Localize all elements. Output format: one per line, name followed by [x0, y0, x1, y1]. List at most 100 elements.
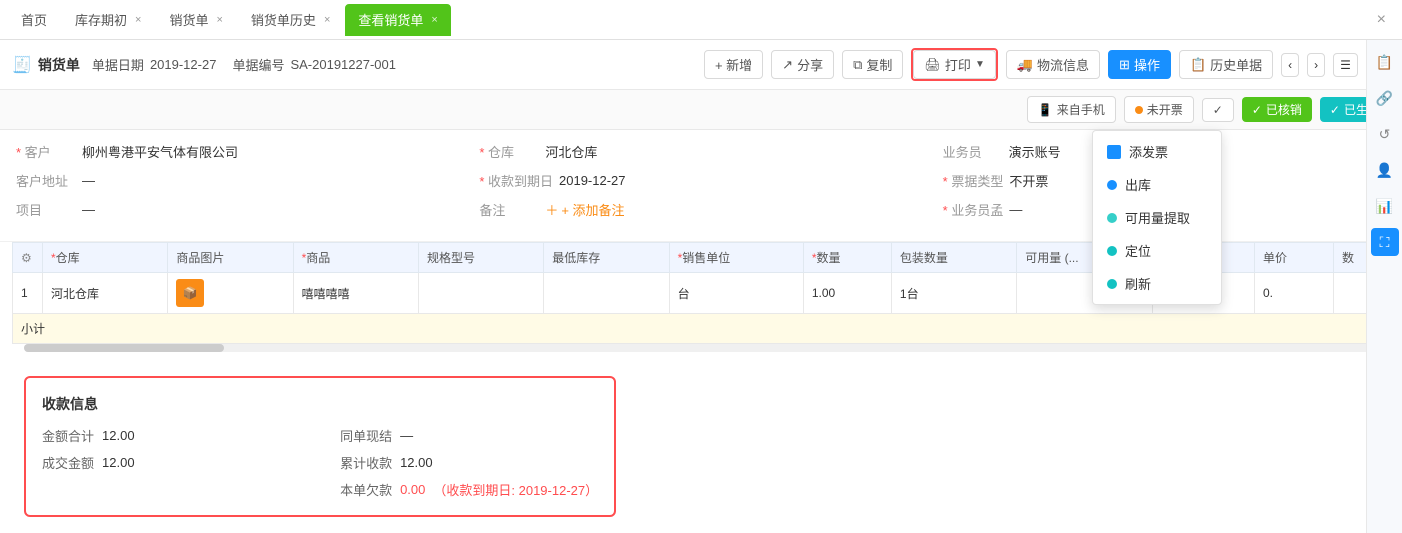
add-invoice-icon: [1107, 145, 1121, 159]
nav-prev-button[interactable]: ‹: [1281, 53, 1299, 77]
dropdown-add-invoice[interactable]: 添发票: [1093, 135, 1221, 168]
right-sidebar: 📋 🔗 ↺ 👤 📊 ⛶: [1366, 40, 1402, 533]
sidebar-icon-5[interactable]: 📊: [1371, 192, 1399, 220]
tab-inventory-close[interactable]: ×: [135, 14, 141, 26]
cumulative-label: 累计收款: [340, 453, 392, 472]
tabs-bar: 首页 库存期初 × 销货单 × 销货单历史 × 查看销货单 × ×: [0, 0, 1402, 40]
logistics-button[interactable]: 🚚 物流信息: [1006, 50, 1100, 79]
add-note-button[interactable]: ＋ + 添加备注: [545, 200, 624, 219]
dropdown-available-extract[interactable]: 可用量提取: [1093, 201, 1221, 234]
col-product-header: *商品: [293, 243, 418, 273]
print-highlight-box: 🖨 打印 ▼: [911, 48, 997, 81]
sidebar-icon-expand[interactable]: ⛶: [1371, 228, 1399, 256]
cancelled-check-icon: ✓: [1252, 103, 1262, 117]
nav-next-button[interactable]: ›: [1307, 53, 1325, 77]
tab-sales-close[interactable]: ×: [216, 14, 222, 26]
scrollbar-thumb[interactable]: [24, 344, 224, 352]
tab-view-sales-label: 查看销货单: [358, 10, 423, 29]
sub-actions-bar: 📱 来自手机 未开票 ✓ ✓ 已核销 ✓ 已生效: [0, 90, 1402, 130]
doc-title-icon: 🧾: [12, 55, 32, 75]
logistics-label: 物流信息: [1037, 55, 1089, 74]
staff2-label: 业务员孟: [943, 200, 1004, 219]
print-label: 打印: [945, 55, 971, 74]
tab-sales-history[interactable]: 销货单历史 ×: [238, 4, 343, 36]
tab-view-sales-close[interactable]: ×: [431, 14, 437, 26]
print-button[interactable]: 🖨 打印 ▼: [913, 50, 995, 79]
total-amount-value: 12.00: [102, 428, 135, 443]
verify-check-button[interactable]: ✓: [1202, 98, 1234, 122]
doc-number-value: SA-20191227-001: [290, 57, 396, 72]
col-warehouse-header: *仓库: [43, 243, 168, 273]
share-button[interactable]: ↗ 分享: [771, 50, 834, 79]
tab-sales-label: 销货单: [169, 10, 208, 29]
customer-label: 客户: [16, 142, 76, 161]
doc-number-item: 单据编号 SA-20191227-001: [232, 55, 396, 74]
staff-value: 演示账号: [1009, 142, 1061, 161]
row-warehouse: 河北仓库: [43, 273, 168, 314]
tab-sales-history-close[interactable]: ×: [324, 14, 330, 26]
effective-check-icon: ✓: [1330, 103, 1340, 117]
same-order-item: 同单现结 —: [340, 426, 598, 445]
dropdown-outbound[interactable]: 出库: [1093, 168, 1221, 201]
history-button[interactable]: 📋 历史单据: [1179, 50, 1273, 79]
from-phone-button[interactable]: 📱 来自手机: [1027, 96, 1116, 123]
col-min-stock-header: 最低库存: [544, 243, 669, 273]
dropdown-locate[interactable]: 定位: [1093, 234, 1221, 267]
total-amount-item: 金额合计 12.00: [42, 426, 300, 445]
due-date-label: 收款到期日: [479, 171, 553, 190]
dropdown-refresh[interactable]: 刷新: [1093, 267, 1221, 300]
sidebar-icon-2[interactable]: 🔗: [1371, 84, 1399, 112]
operations-label: 操作: [1134, 55, 1160, 74]
settings-gear-icon[interactable]: ⚙: [21, 251, 32, 265]
doc-date-value: 2019-12-27: [150, 57, 217, 72]
outstanding-item: 本单欠款 0.00 （收款到期日: 2019-12-27）: [340, 480, 598, 499]
already-cancelled-label: 已核销: [1266, 101, 1302, 118]
row-min-stock: [544, 273, 669, 314]
phone-icon: 📱: [1038, 103, 1053, 117]
copy-button[interactable]: ⧉ 复制: [842, 50, 903, 79]
warehouse-field: 仓库 河北仓库: [479, 142, 922, 161]
new-button[interactable]: + 新增: [704, 50, 763, 79]
warehouse-value: 河北仓库: [545, 142, 597, 161]
sidebar-icon-1[interactable]: 📋: [1371, 48, 1399, 76]
payment-container: 收款信息 金额合计 12.00 同单现结 — 成交金额 12.00 累计收款 1…: [0, 364, 1402, 529]
nav-list-button[interactable]: ☰: [1333, 53, 1358, 77]
due-date-field: 收款到期日 2019-12-27: [479, 171, 922, 190]
row-index: 1: [13, 273, 43, 314]
operations-dropdown: 添发票 出库 可用量提取 定位 刷新: [1092, 130, 1222, 305]
tab-inventory-label: 库存期初: [75, 10, 127, 29]
tab-home[interactable]: 首页: [8, 4, 60, 36]
doc-meta: 单据日期 2019-12-27 单据编号 SA-20191227-001: [92, 55, 396, 74]
verify-check-icon: ✓: [1213, 103, 1223, 117]
tab-home-label: 首页: [21, 10, 47, 29]
payment-section: 收款信息 金额合计 12.00 同单现结 — 成交金额 12.00 累计收款 1…: [24, 376, 616, 517]
outbound-dot-icon: [1107, 180, 1117, 190]
tab-inventory[interactable]: 库存期初 ×: [62, 4, 154, 36]
operations-icon: ⊞: [1119, 57, 1130, 73]
history-icon: 📋: [1190, 57, 1206, 73]
col-settings-header[interactable]: ⚙: [13, 243, 43, 273]
warehouse-label: 仓库: [479, 142, 539, 161]
cumulative-value: 12.00: [400, 455, 433, 470]
sidebar-icon-3[interactable]: ↺: [1371, 120, 1399, 148]
customer-value: 柳州粤港平安气体有限公司: [82, 142, 238, 161]
print-dropdown-icon: ▼: [975, 59, 985, 70]
tab-sales[interactable]: 销货单 ×: [156, 4, 235, 36]
outbound-label: 出库: [1125, 175, 1151, 194]
row-spec: [418, 273, 543, 314]
doc-header: 🧾 销货单 单据日期 2019-12-27 单据编号 SA-20191227-0…: [0, 40, 1402, 90]
col-quantity-header: *数量: [803, 243, 891, 273]
table-scrollbar[interactable]: [24, 344, 1378, 352]
product-image: 📦: [176, 279, 204, 307]
col-unit-price-header: 单价: [1254, 243, 1333, 273]
operations-button[interactable]: ⊞ 操作: [1108, 50, 1171, 79]
tab-sales-history-label: 销货单历史: [251, 10, 316, 29]
note-label: 备注: [479, 200, 539, 219]
not-open-button[interactable]: 未开票: [1124, 96, 1194, 123]
col-unit-header: *销售单位: [669, 243, 803, 273]
row-unit: 台: [669, 273, 803, 314]
tab-view-sales[interactable]: 查看销货单 ×: [345, 4, 450, 36]
sidebar-icon-4[interactable]: 👤: [1371, 156, 1399, 184]
window-close-button[interactable]: ×: [1369, 11, 1394, 29]
doc-date-label: 单据日期: [92, 55, 144, 74]
